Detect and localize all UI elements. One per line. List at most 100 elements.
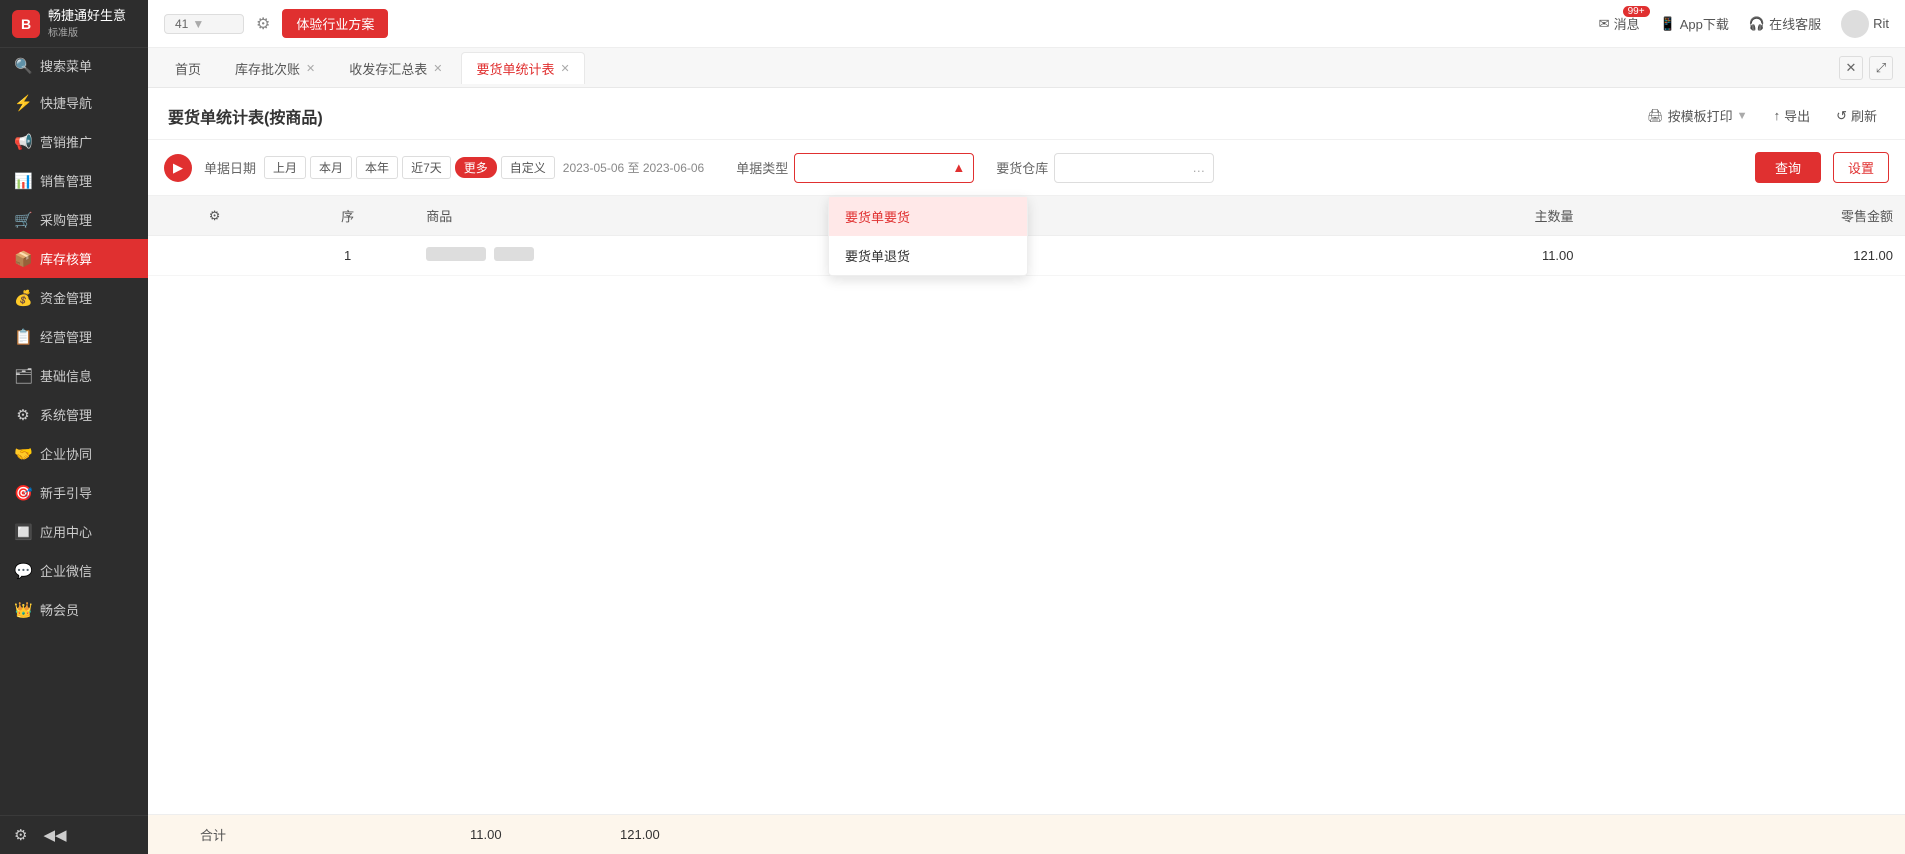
sidebar-item-guide[interactable]: 🎯 新手引导: [0, 473, 148, 512]
mobile-icon: 📱: [1660, 16, 1676, 32]
sidebar-item-purchase[interactable]: 🛒 采购管理: [0, 200, 148, 239]
export-icon: ↑: [1774, 108, 1781, 123]
date-btn-custom[interactable]: 自定义: [501, 156, 555, 179]
goods-blur-2: [494, 247, 534, 261]
online-service-btn[interactable]: 🎧 在线客服: [1749, 14, 1821, 33]
sidebar-item-label: 搜索菜单: [40, 56, 92, 75]
sidebar: B 畅捷通好生意 标准版 🔍 搜索菜单 ⚡ 快捷导航 📢 营销推广 📊 销售管理…: [0, 0, 148, 854]
sidebar-item-enterprise[interactable]: 🤝 企业协同: [0, 434, 148, 473]
maximize-tab-btn[interactable]: ⤢: [1869, 56, 1893, 80]
sidebar-item-sales[interactable]: 📊 销售管理: [0, 161, 148, 200]
trial-btn[interactable]: 体验行业方案: [282, 9, 388, 38]
sidebar-item-label: 快捷导航: [40, 93, 92, 112]
tab-home-label: 首页: [175, 59, 201, 78]
tabs-controls: ✕ ⤢: [1839, 56, 1893, 80]
warehouse-select-box[interactable]: …: [1054, 153, 1214, 183]
sidebar-item-quick-nav[interactable]: ⚡ 快捷导航: [0, 83, 148, 122]
guide-icon: 🎯: [14, 484, 32, 502]
tab-batch-account-close[interactable]: ✕: [306, 62, 315, 75]
date-shortcuts: 上月 本月 本年 近7天 更多 自定义: [264, 156, 555, 179]
dropdown-item-return[interactable]: 要货单退货: [829, 236, 1027, 275]
enterprise-icon: 🤝: [14, 445, 32, 463]
date-filter-label: 单据日期: [204, 158, 256, 177]
messages-btn[interactable]: ✉ 消息 99+: [1599, 14, 1640, 33]
message-icon: ✉: [1599, 16, 1610, 32]
tab-collect-summary-close[interactable]: ✕: [433, 62, 442, 75]
date-btn-this-month[interactable]: 本月: [310, 156, 352, 179]
sidebar-item-label: 企业微信: [40, 561, 92, 580]
tab-order-summary-close[interactable]: ✕: [561, 62, 570, 75]
sidebar-item-system[interactable]: ⚙ 系统管理: [0, 395, 148, 434]
tab-batch-account[interactable]: 库存批次账 ✕: [220, 52, 330, 84]
sidebar-item-wechat[interactable]: 💬 企业微信: [0, 551, 148, 590]
date-btn-this-year[interactable]: 本年: [356, 156, 398, 179]
date-range-display: 2023-05-06 至 2023-06-06: [563, 159, 704, 176]
query-btn[interactable]: 查询: [1755, 152, 1821, 183]
col-settings-header[interactable]: ⚙: [148, 196, 281, 236]
col-amount-header: 零售金额: [1586, 196, 1905, 236]
service-icon: 🎧: [1749, 16, 1765, 32]
sidebar-item-basic[interactable]: 🗂 基础信息: [0, 356, 148, 395]
sidebar-item-operation[interactable]: 📋 经营管理: [0, 317, 148, 356]
tab-collect-summary-label: 收发存汇总表: [349, 59, 427, 78]
sidebar-item-label: 系统管理: [40, 405, 92, 424]
user-profile[interactable]: Rit: [1841, 10, 1889, 38]
page-title: 要货单统计表(按商品): [168, 104, 323, 128]
sidebar-item-label: 营销推广: [40, 132, 92, 151]
type-select-box[interactable]: ▲: [794, 153, 974, 183]
sidebar-item-label: 采购管理: [40, 210, 92, 229]
row-num-cell: 1: [281, 236, 414, 276]
date-btn-7days[interactable]: 近7天: [402, 156, 451, 179]
dropdown-item-purchase[interactable]: 要货单要货: [829, 197, 1027, 236]
sidebar-item-marketing[interactable]: 📢 营销推广: [0, 122, 148, 161]
print-btn[interactable]: 🖨 按模板打印 ▼: [1639, 102, 1755, 129]
tab-collect-summary[interactable]: 收发存汇总表 ✕: [334, 52, 457, 84]
close-all-tabs-btn[interactable]: ✕: [1839, 56, 1863, 80]
sidebar-nav: 🔍 搜索菜单 ⚡ 快捷导航 📢 营销推广 📊 销售管理 🛒 采购管理 📦 库存核…: [0, 48, 148, 815]
warehouse-select-more-icon: …: [1192, 160, 1205, 175]
print-icon: 🖨: [1647, 108, 1664, 124]
main-area: 41 ▼ ⚙ 体验行业方案 ✉ 消息 99+ 📱 App下载 🎧 在线客服 R: [148, 0, 1905, 854]
table-settings-icon[interactable]: ⚙: [209, 208, 221, 223]
sidebar-item-label: 销售管理: [40, 171, 92, 190]
header-settings-icon[interactable]: ⚙: [256, 14, 270, 34]
col-num-header: 序: [281, 196, 414, 236]
user-name: Rit: [1873, 16, 1889, 31]
version-dropdown-icon: ▼: [192, 17, 204, 31]
user-avatar: [1841, 10, 1869, 38]
tab-order-summary-label: 要货单统计表: [476, 59, 554, 78]
filter-expand-btn[interactable]: ▶: [164, 154, 192, 182]
inventory-icon: 📦: [14, 250, 32, 268]
sidebar-item-member[interactable]: 👑 畅会员: [0, 590, 148, 629]
date-btn-more[interactable]: 更多: [455, 157, 497, 178]
app-logo: B 畅捷通好生意 标准版: [0, 0, 148, 48]
appstore-icon: 🔲: [14, 523, 32, 541]
logo-icon: B: [12, 10, 40, 38]
online-service-label: 在线客服: [1769, 14, 1821, 33]
settings-bottom-icon[interactable]: ⚙: [14, 826, 27, 844]
col-qty-header: 主数量: [1266, 196, 1585, 236]
collapse-sidebar-icon[interactable]: ◀◀: [43, 826, 66, 844]
sidebar-item-finance[interactable]: 💰 资金管理: [0, 278, 148, 317]
settings-filter-btn[interactable]: 设置: [1833, 152, 1889, 183]
sidebar-item-inventory[interactable]: 📦 库存核算: [0, 239, 148, 278]
refresh-icon: ↺: [1836, 108, 1847, 124]
sidebar-item-search[interactable]: 🔍 搜索菜单: [0, 48, 148, 83]
table-footer-wrapper: 合计 11.00 121.00: [148, 814, 1905, 854]
system-icon: ⚙: [14, 406, 32, 424]
header-right: ✉ 消息 99+ 📱 App下载 🎧 在线客服 Rit: [1599, 10, 1889, 38]
date-btn-last-month[interactable]: 上月: [264, 156, 306, 179]
version-selector[interactable]: 41 ▼: [164, 14, 244, 34]
marketing-icon: 📢: [14, 133, 32, 151]
purchase-icon: 🛒: [14, 211, 32, 229]
app-download-btn[interactable]: 📱 App下载: [1660, 14, 1729, 33]
refresh-btn[interactable]: ↺ 刷新: [1828, 102, 1885, 129]
export-btn[interactable]: ↑ 导出: [1766, 102, 1819, 129]
tab-home[interactable]: 首页: [160, 52, 216, 84]
tab-order-summary[interactable]: 要货单统计表 ✕: [461, 52, 584, 84]
type-filter-label: 单据类型: [736, 158, 788, 177]
operation-icon: 📋: [14, 328, 32, 346]
logo-text: 畅捷通好生意 标准版: [48, 8, 126, 39]
sidebar-item-appstore[interactable]: 🔲 应用中心: [0, 512, 148, 551]
print-label: 按模板打印: [1668, 106, 1733, 125]
